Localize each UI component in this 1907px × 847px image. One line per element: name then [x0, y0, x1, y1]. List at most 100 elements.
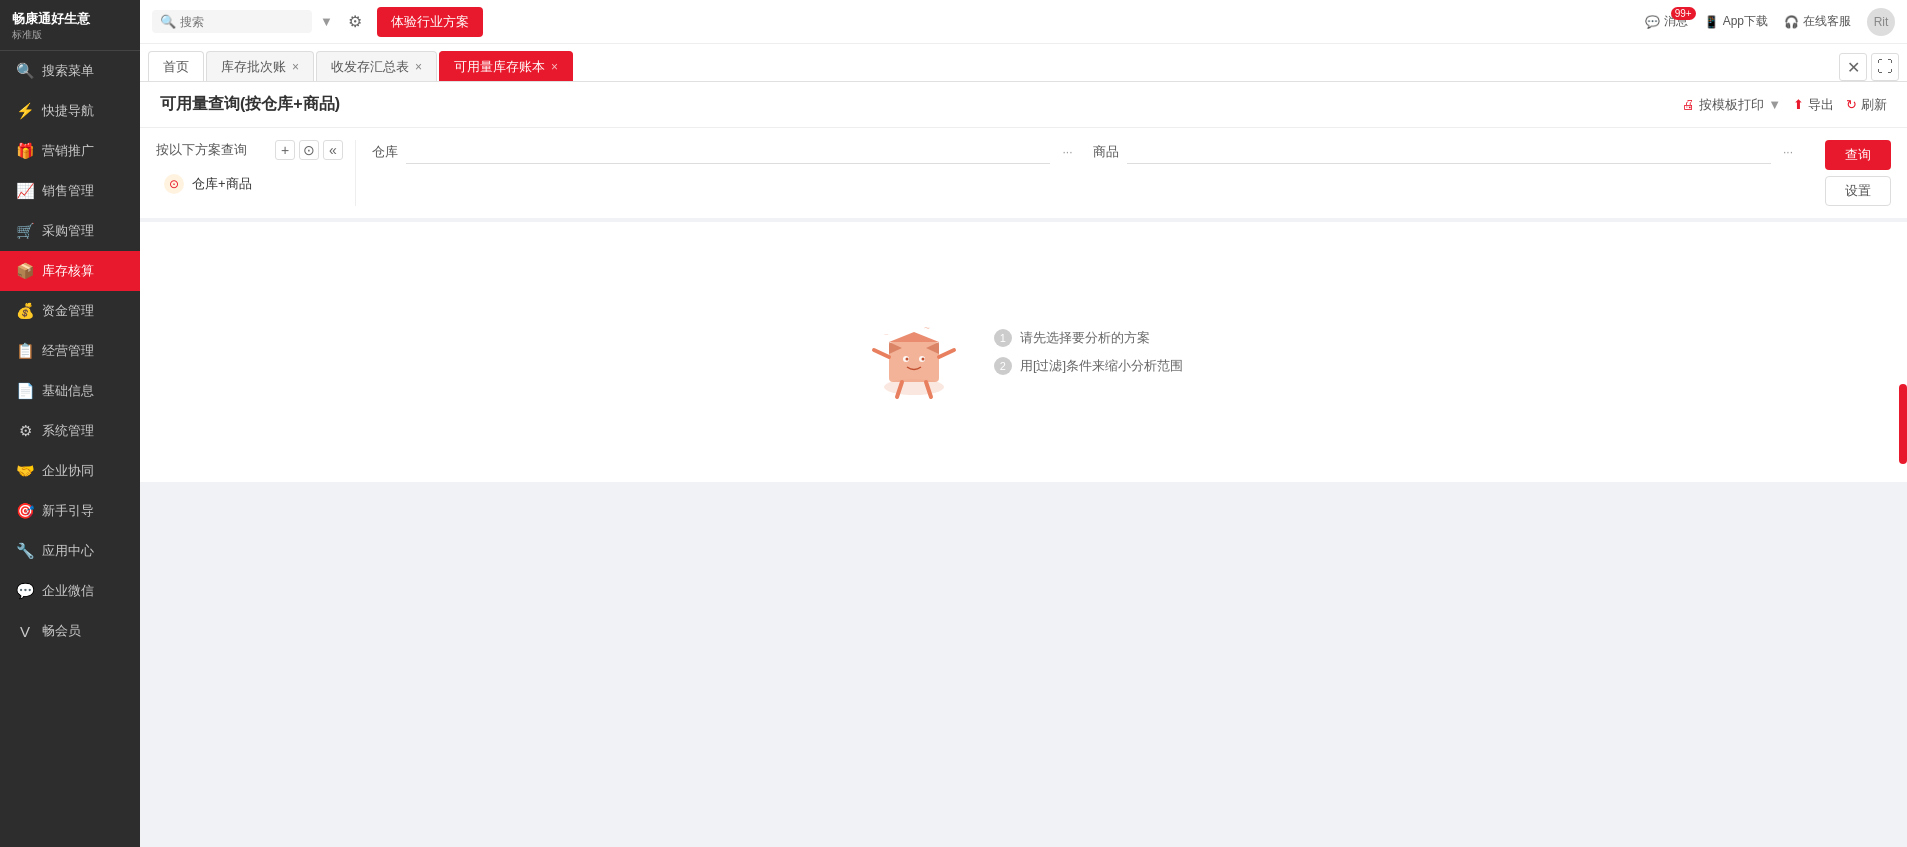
scheme-setting-btn[interactable]: ⊙ — [299, 140, 319, 160]
export-icon: ⬆ — [1793, 97, 1804, 112]
tab-recv-summary[interactable]: 收发存汇总表 × — [316, 51, 437, 81]
empty-state: ~ ~ 1 请先选择要分析的方案 2 用[过滤]条件来缩小分析范围 — [140, 222, 1907, 482]
sidebar-item-system[interactable]: ⚙ 系统管理 — [0, 411, 140, 451]
scheme-add-btn[interactable]: + — [275, 140, 295, 160]
message-icon: 💬 — [1645, 15, 1660, 29]
warehouse-input[interactable] — [406, 140, 1050, 164]
query-button[interactable]: 查询 — [1825, 140, 1891, 170]
sidebar-icon-wechat: 💬 — [16, 582, 34, 600]
sidebar-item-wechat[interactable]: 💬 企业微信 — [0, 571, 140, 611]
sidebar-label-member: 畅会员 — [42, 622, 81, 640]
empty-tip-1: 1 请先选择要分析的方案 — [994, 329, 1183, 347]
tab-recv-summary-close[interactable]: × — [415, 60, 422, 74]
setting-button[interactable]: 设置 — [1825, 176, 1891, 206]
sidebar-icon-inventory: 📦 — [16, 262, 34, 280]
tab-recv-summary-label: 收发存汇总表 — [331, 58, 409, 76]
main-area: 🔍 ▼ ⚙ 体验行业方案 💬 消息 99+ 📱 App下载 🎧 在线客服 Rit — [140, 0, 1907, 847]
sidebar-icon-newbie: 🎯 — [16, 502, 34, 520]
sidebar-item-shortcut[interactable]: ⚡ 快捷导航 — [0, 91, 140, 131]
svg-line-9 — [874, 350, 889, 357]
tip-text-1: 请先选择要分析的方案 — [1020, 329, 1150, 347]
scheme-item-icon: ⊙ — [164, 174, 184, 194]
warehouse-more-btn[interactable]: ··· — [1058, 141, 1076, 163]
tabs-bar: 首页 库存批次账 × 收发存汇总表 × 可用量库存账本 × ✕ ⛶ — [140, 44, 1907, 82]
refresh-action[interactable]: ↻ 刷新 — [1846, 96, 1887, 114]
sidebar-icon-basic: 📄 — [16, 382, 34, 400]
scheme-collapse-btn[interactable]: « — [323, 140, 343, 160]
user-avatar[interactable]: Rit — [1867, 8, 1895, 36]
sidebar-item-finance[interactable]: 💰 资金管理 — [0, 291, 140, 331]
sidebar-item-newbie[interactable]: 🎯 新手引导 — [0, 491, 140, 531]
product-more-btn[interactable]: ··· — [1779, 141, 1797, 163]
sidebar-label-enterprise: 企业协同 — [42, 462, 94, 480]
filter-product: 商品 ··· — [1093, 140, 1798, 164]
online-service-btn[interactable]: 🎧 在线客服 — [1784, 13, 1851, 30]
tip-text-2: 用[过滤]条件来缩小分析范围 — [1020, 357, 1183, 375]
page-title: 可用量查询(按仓库+商品) — [160, 94, 340, 115]
message-btn[interactable]: 💬 消息 99+ — [1645, 13, 1688, 30]
tab-batch-account-close[interactable]: × — [292, 60, 299, 74]
sidebar-item-inventory[interactable]: 📦 库存核算 — [0, 251, 140, 291]
sidebar-icon-appcenter: 🔧 — [16, 542, 34, 560]
tab-batch-account[interactable]: 库存批次账 × — [206, 51, 314, 81]
sidebar-item-operation[interactable]: 📋 经营管理 — [0, 331, 140, 371]
tab-available-ledger-label: 可用量库存账本 — [454, 58, 545, 76]
sidebar-item-purchase[interactable]: 🛒 采购管理 — [0, 211, 140, 251]
tab-close-btn[interactable]: ✕ — [1839, 53, 1867, 81]
scheme-item-warehouse-product[interactable]: ⊙ 仓库+商品 — [156, 168, 343, 200]
sidebar-item-basic[interactable]: 📄 基础信息 — [0, 371, 140, 411]
warehouse-label: 仓库 — [372, 143, 398, 161]
sidebar-scroll: 🔍 搜索菜单 ⚡ 快捷导航 🎁 营销推广 📈 销售管理 🛒 采购管理 📦 库存核… — [0, 51, 140, 847]
refresh-icon: ↻ — [1846, 97, 1857, 112]
sidebar-label-appcenter: 应用中心 — [42, 542, 94, 560]
tip-num-2: 2 — [994, 357, 1012, 375]
sidebar-item-marketing[interactable]: 🎁 营销推广 — [0, 131, 140, 171]
tab-available-ledger-close[interactable]: × — [551, 60, 558, 74]
tab-available-ledger[interactable]: 可用量库存账本 × — [439, 51, 573, 81]
tab-home[interactable]: 首页 — [148, 51, 204, 81]
industry-btn[interactable]: 体验行业方案 — [377, 7, 483, 37]
dropdown-icon[interactable]: ▼ — [320, 14, 333, 29]
svg-point-7 — [905, 358, 908, 361]
sidebar-icon-marketing: 🎁 — [16, 142, 34, 160]
sidebar-label-system: 系统管理 — [42, 422, 94, 440]
gear-icon[interactable]: ⚙ — [341, 8, 369, 36]
action-buttons: 查询 设置 — [1813, 140, 1891, 206]
page-header: 可用量查询(按仓库+商品) 🖨 按模板打印 ▼ ⬆ 导出 ↻ 刷新 — [140, 82, 1907, 128]
headset-icon: 🎧 — [1784, 15, 1799, 29]
app-download-btn[interactable]: 📱 App下载 — [1704, 13, 1768, 30]
sidebar: 畅康通好生意 标准版 🔍 搜索菜单 ⚡ 快捷导航 🎁 营销推广 📈 销售管理 🛒… — [0, 0, 140, 847]
sidebar-icon-finance: 💰 — [16, 302, 34, 320]
sidebar-item-appcenter[interactable]: 🔧 应用中心 — [0, 531, 140, 571]
sidebar-icon-search: 🔍 — [16, 62, 34, 80]
message-badge: 99+ — [1671, 7, 1696, 20]
svg-text:~: ~ — [884, 330, 889, 339]
sidebar-label-inventory: 库存核算 — [42, 262, 94, 280]
sidebar-item-enterprise[interactable]: 🤝 企业协同 — [0, 451, 140, 491]
print-dropdown-icon[interactable]: ▼ — [1768, 97, 1781, 112]
search-box[interactable]: 🔍 — [152, 10, 312, 33]
search-icon: 🔍 — [160, 14, 176, 29]
search-input[interactable] — [180, 15, 300, 29]
sidebar-icon-enterprise: 🤝 — [16, 462, 34, 480]
tab-home-label: 首页 — [163, 58, 189, 76]
scheme-panel: 按以下方案查询 + ⊙ « ⊙ 仓库+商品 — [156, 140, 356, 206]
sidebar-label-finance: 资金管理 — [42, 302, 94, 320]
sidebar-item-member[interactable]: V 畅会员 — [0, 611, 140, 651]
sidebar-item-search[interactable]: 🔍 搜索菜单 — [0, 51, 140, 91]
sidebar-icon-sales: 📈 — [16, 182, 34, 200]
product-input[interactable] — [1127, 140, 1771, 164]
filter-area: 仓库 ··· 商品 ··· — [356, 140, 1813, 206]
export-action[interactable]: ⬆ 导出 — [1793, 96, 1834, 114]
topbar-right: 💬 消息 99+ 📱 App下载 🎧 在线客服 Rit — [1645, 8, 1895, 36]
print-action[interactable]: 🖨 按模板打印 ▼ — [1682, 96, 1781, 114]
sidebar-label-shortcut: 快捷导航 — [42, 102, 94, 120]
sidebar-label-basic: 基础信息 — [42, 382, 94, 400]
svg-point-8 — [921, 358, 924, 361]
sidebar-label-operation: 经营管理 — [42, 342, 94, 360]
app-download-label: App下载 — [1723, 13, 1768, 30]
filter-row: 仓库 ··· 商品 ··· — [372, 140, 1797, 164]
page-header-actions: 🖨 按模板打印 ▼ ⬆ 导出 ↻ 刷新 — [1682, 96, 1887, 114]
sidebar-item-sales[interactable]: 📈 销售管理 — [0, 171, 140, 211]
tab-expand-btn[interactable]: ⛶ — [1871, 53, 1899, 81]
